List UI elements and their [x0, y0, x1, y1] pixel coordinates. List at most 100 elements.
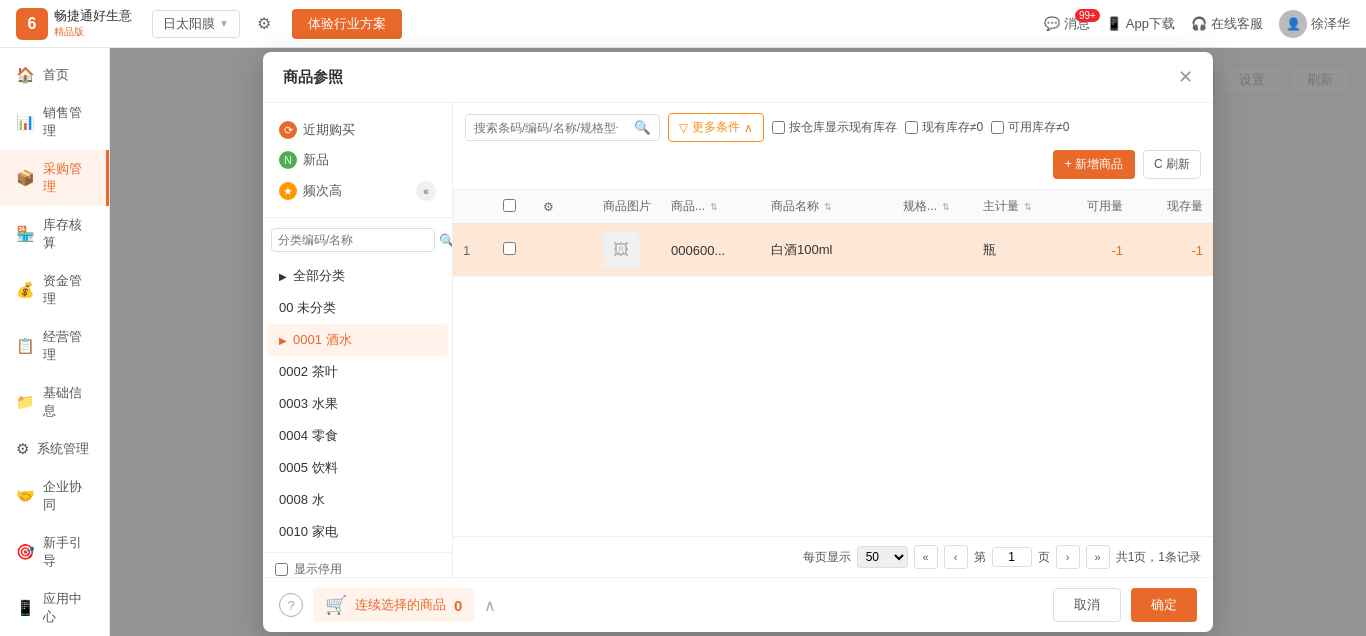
product-table-body: 1 🖼 000600... — [453, 224, 1213, 277]
sidebar: 🏠 首页 📊 销售管理 📦 采购管理 🏪 库存核算 💰 资金管理 📋 经营管理 … — [0, 48, 110, 636]
apps-icon: 📱 — [16, 599, 35, 617]
message-button[interactable]: 💬 消息 99+ — [1044, 15, 1090, 33]
col-label-spec: 规格... — [903, 199, 937, 213]
per-page-select[interactable]: 50 20 100 — [857, 546, 908, 568]
modal-header: 商品参照 ✕ — [263, 52, 1213, 103]
prev-page-button[interactable]: ‹ — [944, 545, 968, 569]
sidebar-item-system[interactable]: ⚙ 系统管理 — [0, 430, 109, 468]
col-header-code[interactable]: 商品... ⇅ — [661, 190, 761, 224]
first-page-button[interactable]: « — [914, 545, 938, 569]
col-header-unit[interactable]: 主计量 ⇅ — [973, 190, 1053, 224]
trial-button[interactable]: 体验行业方案 — [292, 9, 402, 39]
per-page-label: 每页显示 — [803, 549, 851, 566]
confirm-button[interactable]: 确定 — [1131, 588, 1197, 622]
existing-stock-checkbox[interactable] — [905, 121, 918, 134]
gear-column-icon[interactable]: ⚙ — [543, 200, 554, 214]
category-all[interactable]: ▶ 全部分类 — [267, 260, 448, 292]
col-header-name[interactable]: 商品名称 ⇅ — [761, 190, 893, 224]
left-panel: ⟳ 近期购买 N 新品 ★ 频次高 « — [263, 103, 453, 577]
collapse-icon[interactable]: « — [416, 181, 436, 201]
last-page-button[interactable]: » — [1086, 545, 1110, 569]
warehouse-filter-checkbox[interactable] — [772, 121, 785, 134]
product-thumbnail: 🖼 — [603, 232, 639, 268]
col-label-code: 商品... — [671, 199, 705, 213]
existing-stock-filter-label[interactable]: 现有库存≠0 — [905, 119, 983, 136]
filter-collapse-icon: ∧ — [744, 121, 753, 135]
available-stock-text: 可用库存≠0 — [1008, 119, 1069, 136]
sidebar-label-purchase: 采购管理 — [43, 160, 90, 196]
category-appliance[interactable]: 0010 家电 — [267, 516, 448, 548]
sidebar-item-apps[interactable]: 📱 应用中心 — [0, 580, 109, 636]
product-search-button[interactable]: 🔍 — [626, 115, 659, 140]
app-download-button[interactable]: 📱 App下载 — [1106, 15, 1175, 33]
sidebar-label-guide: 新手引导 — [43, 534, 93, 570]
sidebar-item-finance[interactable]: 💰 资金管理 — [0, 262, 109, 318]
basic-info-icon: 📁 — [16, 393, 35, 411]
add-product-button[interactable]: + 新增商品 — [1053, 150, 1135, 179]
category-beverage[interactable]: 0005 饮料 — [267, 452, 448, 484]
pagination-bar: 每页显示 50 20 100 « ‹ 第 页 › — [453, 536, 1213, 577]
sidebar-item-enterprise[interactable]: 🤝 企业协同 — [0, 468, 109, 524]
category-fruit[interactable]: 0003 水果 — [267, 388, 448, 420]
sidebar-label-inventory: 库存核算 — [43, 216, 93, 252]
show-disabled-checkbox[interactable] — [275, 563, 288, 576]
sidebar-item-inventory[interactable]: 🏪 库存核算 — [0, 206, 109, 262]
category-label-0008: 0008 水 — [279, 491, 325, 509]
quick-filters: ⟳ 近期购买 N 新品 ★ 频次高 « — [263, 111, 452, 211]
avatar: 👤 — [1279, 10, 1307, 38]
online-service-button[interactable]: 🎧 在线客服 — [1191, 15, 1263, 33]
warehouse-filter-label[interactable]: 按仓库显示现有库存 — [772, 119, 897, 136]
product-reference-modal: 商品参照 ✕ ⟳ 近期购买 N 新品 — [263, 52, 1213, 632]
filter-label: 更多条件 — [692, 119, 740, 136]
quick-filter-recent[interactable]: ⟳ 近期购买 — [271, 115, 444, 145]
col-header-stock[interactable]: 现存量 — [1133, 190, 1213, 224]
total-info: 共1页，1条记录 — [1116, 549, 1201, 566]
select-all-checkbox[interactable] — [503, 199, 516, 212]
sidebar-item-guide[interactable]: 🎯 新手引导 — [0, 524, 109, 580]
quick-filter-new[interactable]: N 新品 — [271, 145, 444, 175]
category-search-icon[interactable]: 🔍 — [439, 233, 453, 248]
cart-area[interactable]: 🛒 连续选择的商品 0 — [313, 588, 474, 622]
refresh-product-button[interactable]: C 刷新 — [1143, 150, 1201, 179]
sidebar-item-home[interactable]: 🏠 首页 — [0, 56, 109, 94]
category-arrow-all: ▶ — [279, 271, 287, 282]
modal-close-button[interactable]: ✕ — [1178, 66, 1193, 88]
sidebar-item-purchase[interactable]: 📦 采购管理 — [0, 150, 109, 206]
modal-title: 商品参照 — [283, 68, 343, 87]
cancel-button[interactable]: 取消 — [1053, 588, 1121, 622]
collapse-cart-icon[interactable]: ∧ — [484, 596, 496, 615]
category-water[interactable]: 0008 水 — [267, 484, 448, 516]
sidebar-item-sales[interactable]: 📊 销售管理 — [0, 94, 109, 150]
col-header-spec[interactable]: 规格... ⇅ — [893, 190, 973, 224]
show-disabled-area: 显示停用 — [263, 552, 452, 577]
col-header-available[interactable]: 可用量 — [1053, 190, 1133, 224]
row-checkbox[interactable] — [503, 242, 516, 255]
user-menu[interactable]: 👤 徐泽华 — [1279, 10, 1350, 38]
category-snack[interactable]: 0004 零食 — [267, 420, 448, 452]
next-page-button[interactable]: › — [1056, 545, 1080, 569]
sidebar-item-operations[interactable]: 📋 经营管理 — [0, 318, 109, 374]
col-header-img2: 商品图片 — [593, 190, 661, 224]
inventory-icon: 🏪 — [16, 225, 35, 243]
row-check[interactable] — [493, 224, 533, 277]
category-tea[interactable]: 0002 茶叶 — [267, 356, 448, 388]
home-icon: 🏠 — [16, 66, 35, 84]
help-button[interactable]: ? — [279, 593, 303, 617]
store-selector[interactable]: 日太阳膜 ▼ — [152, 10, 240, 38]
page-number-input[interactable] — [992, 547, 1032, 567]
quick-filter-frequent[interactable]: ★ 频次高 « — [271, 175, 444, 207]
category-uncategorized[interactable]: 00 未分类 — [267, 292, 448, 324]
sidebar-item-basic-info[interactable]: 📁 基础信息 — [0, 374, 109, 430]
row-spec — [893, 224, 973, 277]
category-search-input[interactable] — [271, 228, 435, 252]
user-icon: 👤 — [1286, 17, 1301, 31]
available-stock-checkbox[interactable] — [991, 121, 1004, 134]
product-search-input[interactable] — [466, 116, 626, 140]
row-img: 🖼 — [593, 224, 661, 277]
settings-icon[interactable]: ⚙ — [248, 8, 280, 40]
category-liquor[interactable]: ▶ 0001 酒水 — [267, 324, 448, 356]
available-stock-filter-label[interactable]: 可用库存≠0 — [991, 119, 1069, 136]
more-filter-button[interactable]: ▽ 更多条件 ∧ — [668, 113, 764, 142]
store-name: 日太阳膜 — [163, 15, 215, 33]
table-row[interactable]: 1 🖼 000600... — [453, 224, 1213, 277]
